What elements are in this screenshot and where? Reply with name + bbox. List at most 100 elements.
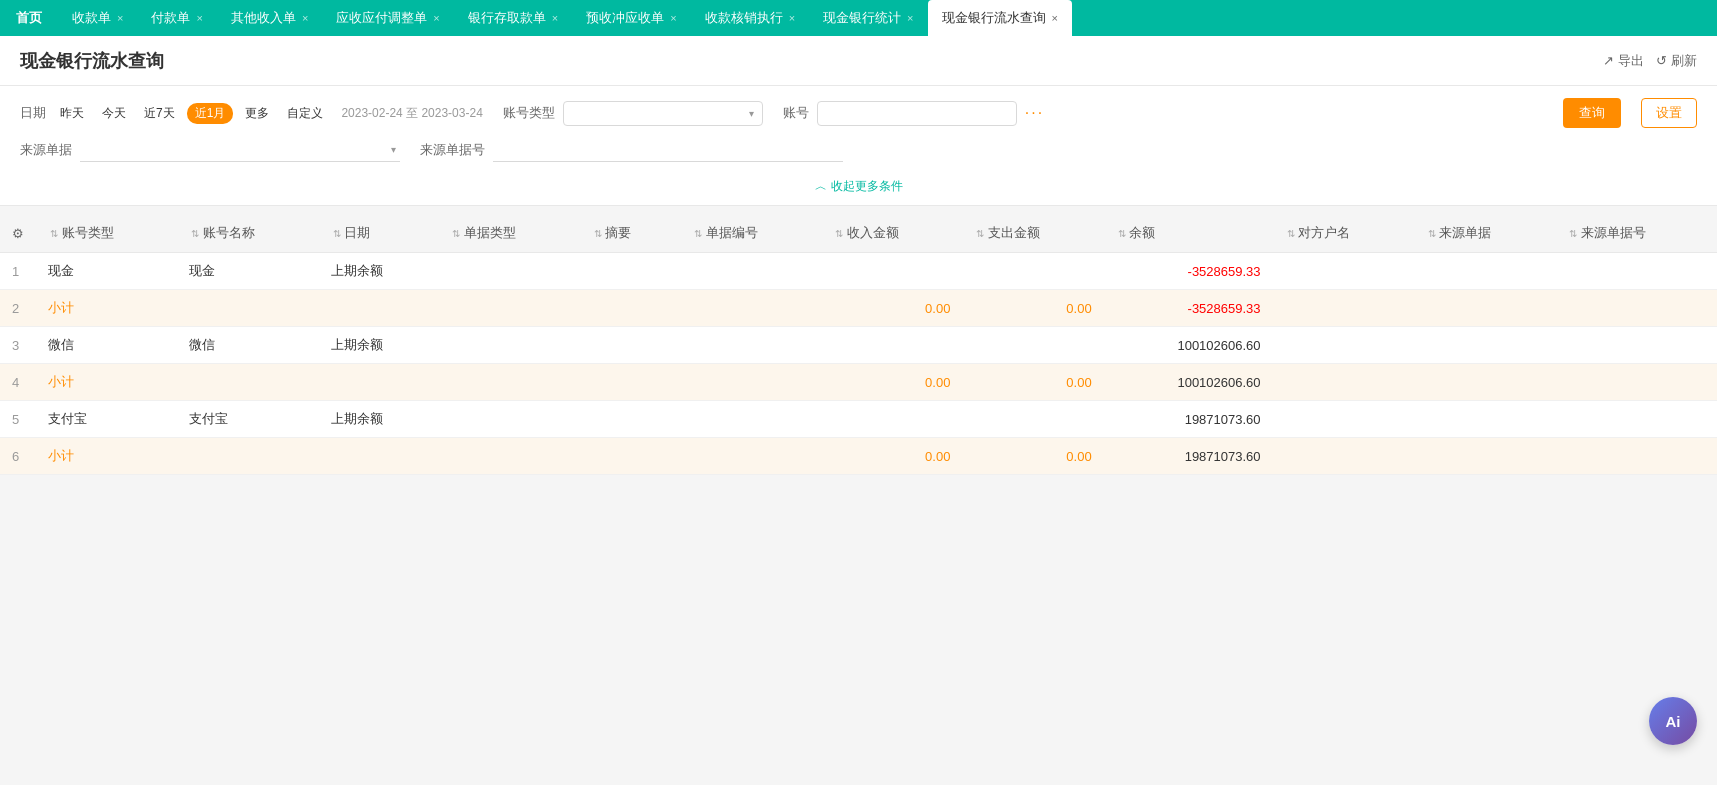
date-btn-1month[interactable]: 近1月: [187, 103, 234, 124]
cell-date: [319, 364, 439, 401]
nav-tab-1[interactable]: 付款单 ×: [137, 0, 216, 36]
account-input[interactable]: [817, 101, 1017, 126]
nav-tab-6[interactable]: 收款核销执行 ×: [691, 0, 809, 36]
account-filter-group: 账号 ···: [783, 101, 1044, 126]
cell-income: 0.00: [821, 290, 962, 327]
account-type-filter-group: 账号类型 ▾: [503, 101, 763, 126]
cell-counterpart: [1273, 327, 1414, 364]
table-row: 6 小计 0.00 0.00 19871073.60: [0, 438, 1717, 475]
date-btn-more[interactable]: 更多: [239, 103, 275, 124]
th-date-sort-icon[interactable]: ⇅: [333, 228, 341, 239]
table-body: 1 现金 现金 上期余额 -3528659.33 2 小计 0.00 0.00 …: [0, 253, 1717, 475]
th-doc-type: ⇅ 单据类型: [438, 214, 579, 253]
row-num: 4: [0, 364, 36, 401]
date-btn-custom[interactable]: 自定义: [281, 103, 329, 124]
close-tab-0[interactable]: ×: [117, 12, 123, 24]
main-table: ⚙ ⇅ 账号类型 ⇅ 账号名称 ⇅ 日期 ⇅ 单据类型: [0, 214, 1717, 475]
cell-doc-type: [438, 290, 579, 327]
th-account-name-sort-icon[interactable]: ⇅: [191, 228, 199, 239]
collapse-bar[interactable]: ︿ 收起更多条件: [20, 172, 1697, 197]
th-account-type-sort-icon[interactable]: ⇅: [50, 228, 58, 239]
th-balance-sort-icon[interactable]: ⇅: [1118, 228, 1126, 239]
th-doc-num: ⇅ 单据编号: [680, 214, 821, 253]
settings-button[interactable]: 设置: [1641, 98, 1697, 128]
nav-home[interactable]: 首页: [0, 0, 58, 36]
nav-tab-5[interactable]: 预收冲应收单 ×: [572, 0, 690, 36]
cell-account-type: 微信: [36, 327, 177, 364]
nav-tab-2[interactable]: 其他收入单 ×: [217, 0, 322, 36]
cell-doc-num: [680, 290, 821, 327]
cell-doc-num: [680, 438, 821, 475]
source-doc-num-input[interactable]: [493, 138, 843, 162]
date-btn-yesterday[interactable]: 昨天: [54, 103, 90, 124]
cell-date: 上期余额: [319, 253, 439, 290]
close-tab-6[interactable]: ×: [789, 12, 795, 24]
filter-row-1: 日期 昨天 今天 近7天 近1月 更多 自定义 2023-02-24 至 202…: [20, 98, 1697, 128]
cell-source-doc-num: [1555, 253, 1717, 290]
cell-date: [319, 438, 439, 475]
th-expense: ⇅ 支出金额: [962, 214, 1103, 253]
nav-tab-4[interactable]: 银行存取款单 ×: [454, 0, 572, 36]
cell-expense: [962, 401, 1103, 438]
th-account-name: ⇅ 账号名称: [177, 214, 318, 253]
cell-doc-type: [438, 438, 579, 475]
account-type-select[interactable]: ▾: [563, 101, 763, 126]
cell-source-doc: [1414, 290, 1555, 327]
cell-balance: -3528659.33: [1104, 290, 1273, 327]
th-date: ⇅ 日期: [319, 214, 439, 253]
column-settings-icon[interactable]: ⚙: [12, 226, 24, 241]
table-row: 4 小计 0.00 0.00 100102606.60: [0, 364, 1717, 401]
nav-tab-0[interactable]: 收款单 ×: [58, 0, 137, 36]
close-tab-8[interactable]: ×: [1052, 12, 1058, 24]
cell-summary: [580, 364, 680, 401]
th-source-doc-num-sort-icon[interactable]: ⇅: [1569, 228, 1577, 239]
query-button[interactable]: 查询: [1563, 98, 1621, 128]
cell-balance: 100102606.60: [1104, 327, 1273, 364]
cell-income: 0.00: [821, 364, 962, 401]
th-doc-num-sort-icon[interactable]: ⇅: [694, 228, 702, 239]
close-tab-1[interactable]: ×: [196, 12, 202, 24]
nav-tab-3[interactable]: 应收应付调整单 ×: [322, 0, 453, 36]
cell-account-type: 支付宝: [36, 401, 177, 438]
nav-tab-8[interactable]: 现金银行流水查询 ×: [928, 0, 1072, 36]
export-button[interactable]: ↗ 导出: [1603, 52, 1644, 70]
date-btn-today[interactable]: 今天: [96, 103, 132, 124]
close-tab-3[interactable]: ×: [433, 12, 439, 24]
export-icon: ↗: [1603, 53, 1614, 68]
cell-doc-type: [438, 364, 579, 401]
account-label: 账号: [783, 104, 809, 122]
cell-expense: 0.00: [962, 364, 1103, 401]
date-filter-group: 日期 昨天 今天 近7天 近1月 更多 自定义 2023-02-24 至 202…: [20, 103, 483, 124]
cell-date: 上期余额: [319, 327, 439, 364]
cell-summary: [580, 401, 680, 438]
cell-counterpart: [1273, 364, 1414, 401]
th-source-doc-sort-icon[interactable]: ⇅: [1428, 228, 1436, 239]
source-doc-label: 来源单据: [20, 141, 72, 159]
th-summary-sort-icon[interactable]: ⇅: [594, 228, 602, 239]
cell-account-name: [177, 290, 318, 327]
table-row: 1 现金 现金 上期余额 -3528659.33: [0, 253, 1717, 290]
nav-tab-7[interactable]: 现金银行统计 ×: [809, 0, 927, 36]
row-num: 5: [0, 401, 36, 438]
close-tab-7[interactable]: ×: [907, 12, 913, 24]
account-dots-button[interactable]: ···: [1025, 104, 1044, 122]
cell-account-type: 小计: [36, 364, 177, 401]
th-doc-type-sort-icon[interactable]: ⇅: [452, 228, 460, 239]
th-counterpart-sort-icon[interactable]: ⇅: [1287, 228, 1295, 239]
date-btn-7days[interactable]: 近7天: [138, 103, 181, 124]
close-tab-2[interactable]: ×: [302, 12, 308, 24]
cell-counterpart: [1273, 438, 1414, 475]
th-income-sort-icon[interactable]: ⇅: [835, 228, 843, 239]
page-header: 现金银行流水查询 ↗ 导出 ↺ 刷新: [0, 36, 1717, 86]
th-expense-sort-icon[interactable]: ⇅: [976, 228, 984, 239]
source-doc-select[interactable]: ▾: [80, 138, 400, 162]
cell-doc-num: [680, 327, 821, 364]
close-tab-5[interactable]: ×: [670, 12, 676, 24]
date-range-text: 2023-02-24 至 2023-03-24: [341, 105, 482, 122]
cell-source-doc: [1414, 253, 1555, 290]
top-nav: 首页 收款单 × 付款单 × 其他收入单 × 应收应付调整单 × 银行存取款单 …: [0, 0, 1717, 36]
th-counterpart: ⇅ 对方户名: [1273, 214, 1414, 253]
refresh-button[interactable]: ↺ 刷新: [1656, 52, 1697, 70]
cell-doc-type: [438, 401, 579, 438]
close-tab-4[interactable]: ×: [552, 12, 558, 24]
